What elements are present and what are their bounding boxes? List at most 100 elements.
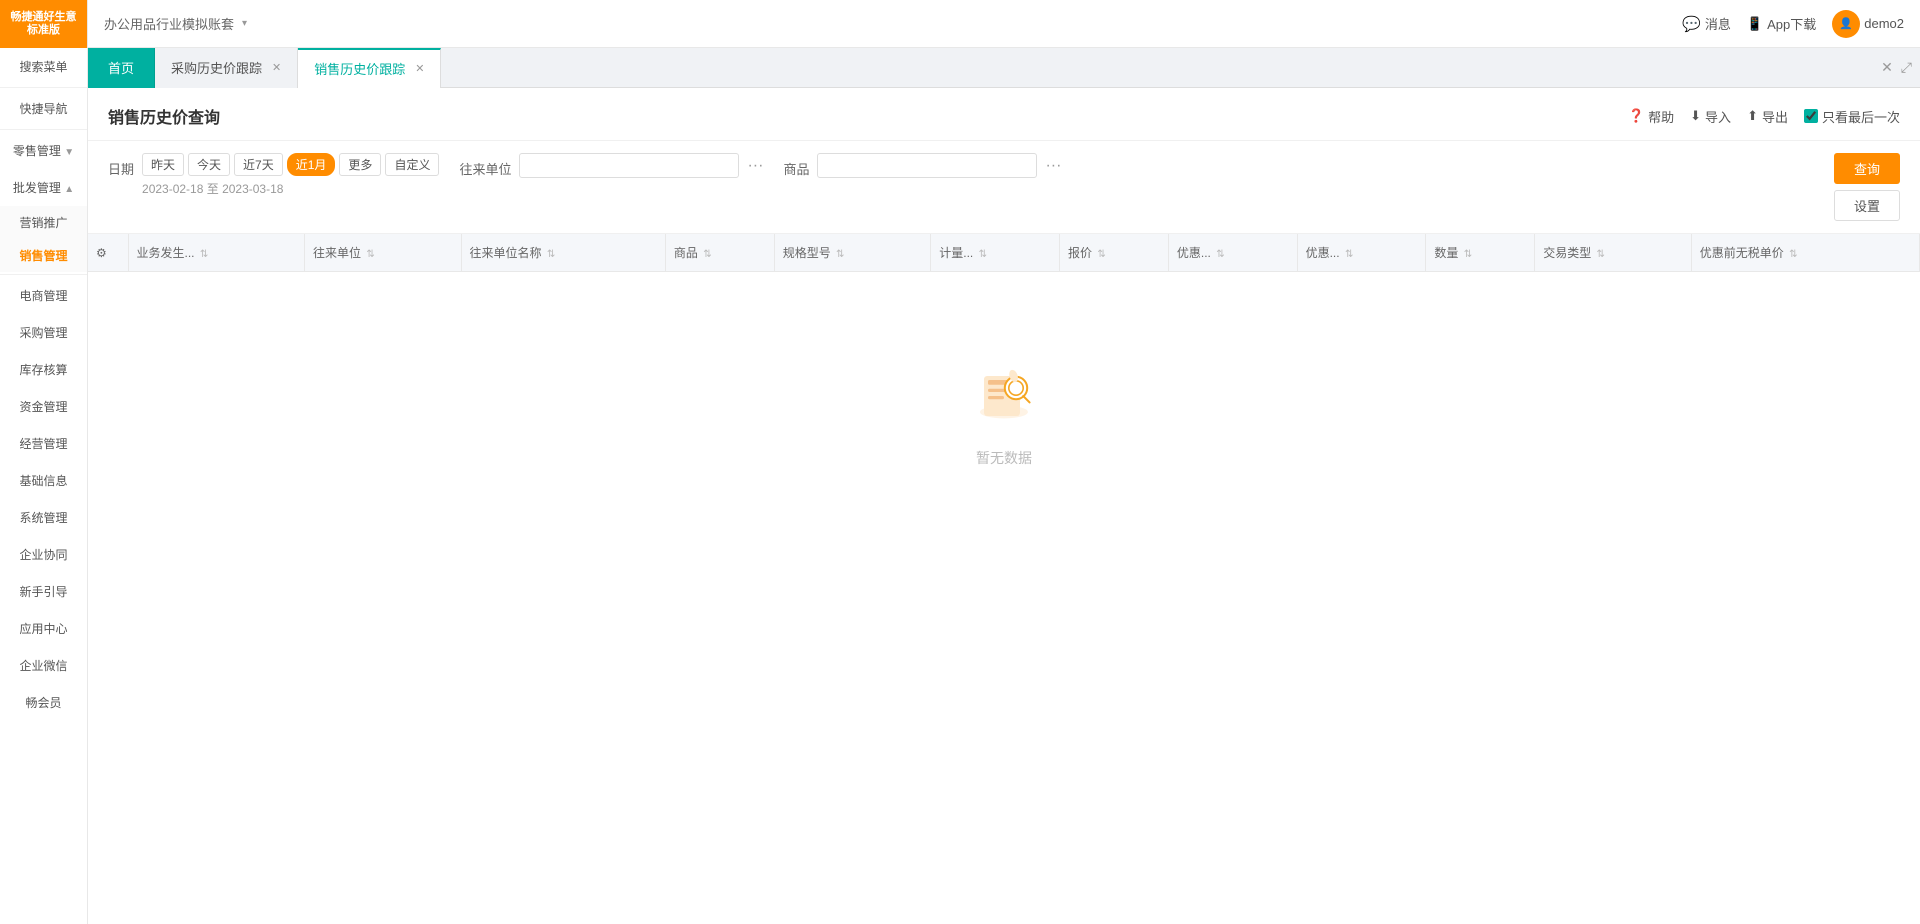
product-input[interactable] bbox=[817, 153, 1037, 178]
col-discount1[interactable]: 优惠... ⇅ bbox=[1168, 234, 1297, 272]
settings-icon[interactable]: ⚙ bbox=[96, 246, 107, 260]
col-product-label: 商品 bbox=[674, 246, 698, 260]
sidebar-item-label: 采购管理 bbox=[19, 326, 67, 340]
sidebar-item-system[interactable]: 系统管理 bbox=[0, 499, 87, 536]
tab-home[interactable]: 首页 bbox=[88, 48, 155, 88]
page-header: 销售历史价查询 ❓ 帮助 ⬇ 导入 ⬆ 导出 只看最后一次 bbox=[88, 88, 1920, 141]
tab-sales-history[interactable]: 销售历史价跟踪 ✕ bbox=[298, 48, 441, 88]
sort-arrows-quantity: ⇅ bbox=[1464, 249, 1472, 260]
app-download-icon: 📱 bbox=[1747, 16, 1763, 32]
page-title: 销售历史价查询 bbox=[108, 104, 220, 128]
sidebar-item-wechat[interactable]: 企业微信 bbox=[0, 647, 87, 684]
only-last-label: 只看最后一次 bbox=[1822, 107, 1900, 126]
partner-input[interactable] bbox=[519, 153, 739, 178]
date-btn-custom[interactable]: 自定义 bbox=[385, 153, 439, 176]
help-icon: ❓ bbox=[1628, 108, 1644, 124]
logo-sub: 标准版 bbox=[27, 24, 60, 37]
message-action[interactable]: 💬 消息 bbox=[1682, 14, 1731, 33]
col-biz-date[interactable]: 业务发生... ⇅ bbox=[128, 234, 304, 272]
date-filter-group: 日期 昨天 今天 近7天 近1月 更多 自定义 2023-02-18 至 202… bbox=[108, 153, 439, 197]
table-wrapper: ⚙ 业务发生... ⇅ 往来单位 ⇅ 往来单位名称 ⇅ bbox=[88, 234, 1920, 924]
sidebar-item-appstore[interactable]: 应用中心 bbox=[0, 610, 87, 647]
date-row1: 昨天 今天 近7天 近1月 更多 自定义 bbox=[142, 153, 439, 176]
date-btn-today[interactable]: 今天 bbox=[188, 153, 230, 176]
maximize-icon[interactable]: ⤢ bbox=[1901, 59, 1912, 76]
sidebar-item-retail[interactable]: 零售管理 ▼ bbox=[0, 132, 87, 169]
tab-purchase-history-close[interactable]: ✕ bbox=[272, 61, 281, 74]
sidebar-item-finance[interactable]: 资金管理 bbox=[0, 388, 87, 425]
partner-input-group: ··· bbox=[519, 153, 763, 178]
sidebar-item-label: 企业协同 bbox=[19, 548, 67, 562]
product-input-group: ··· bbox=[817, 153, 1061, 178]
sort-arrows-pretax-price: ⇅ bbox=[1789, 249, 1797, 260]
settings-button[interactable]: 设置 bbox=[1834, 190, 1900, 221]
sidebar: 畅捷通好生意 标准版 搜索菜单 快捷导航 零售管理 ▼ 批发管理 ▲ 营销推广 … bbox=[0, 0, 88, 924]
sidebar-item-wholesale[interactable]: 批发管理 ▲ bbox=[0, 169, 87, 206]
message-icon: 💬 bbox=[1682, 15, 1701, 33]
col-pretax-price[interactable]: 优惠前无税单价 ⇅ bbox=[1691, 234, 1919, 272]
only-last-action[interactable]: 只看最后一次 bbox=[1804, 107, 1900, 126]
date-btn-yesterday[interactable]: 昨天 bbox=[142, 153, 184, 176]
app-download-action[interactable]: 📱 App下载 bbox=[1747, 14, 1816, 33]
app-dropdown-icon[interactable]: ▾ bbox=[242, 18, 247, 29]
close-tab-icon[interactable]: ✕ bbox=[1881, 59, 1893, 76]
col-spec[interactable]: 规格型号 ⇅ bbox=[774, 234, 931, 272]
query-button[interactable]: 查询 bbox=[1834, 153, 1900, 184]
tab-sales-history-close[interactable]: ✕ bbox=[415, 62, 424, 75]
sidebar-item-operations[interactable]: 经营管理 bbox=[0, 425, 87, 462]
sidebar-item-vip[interactable]: 畅会员 bbox=[0, 684, 87, 721]
user-profile[interactable]: 👤 demo2 bbox=[1832, 10, 1904, 38]
user-name: demo2 bbox=[1864, 16, 1904, 31]
sidebar-item-purchase[interactable]: 采购管理 bbox=[0, 314, 87, 351]
sidebar-divider-1 bbox=[0, 87, 87, 88]
date-btn-7days[interactable]: 近7天 bbox=[234, 153, 283, 176]
chevron-up-icon: ▲ bbox=[64, 184, 74, 195]
sidebar-item-search[interactable]: 搜索菜单 bbox=[0, 48, 87, 85]
sidebar-item-label: 批发管理 bbox=[13, 181, 61, 195]
chevron-down-icon: ▼ bbox=[64, 147, 74, 158]
sidebar-item-basic[interactable]: 基础信息 bbox=[0, 462, 87, 499]
product-dots[interactable]: ··· bbox=[1045, 157, 1061, 175]
col-discount2[interactable]: 优惠... ⇅ bbox=[1297, 234, 1426, 272]
col-quantity[interactable]: 数量 ⇅ bbox=[1426, 234, 1535, 272]
sidebar-item-newbie[interactable]: 新手引导 bbox=[0, 573, 87, 610]
partner-dots[interactable]: ··· bbox=[747, 157, 763, 175]
col-partner-code[interactable]: 往来单位 ⇅ bbox=[304, 234, 461, 272]
sidebar-item-sales[interactable]: 销售管理 bbox=[0, 239, 87, 272]
empty-state: 暂无数据 bbox=[88, 272, 1920, 548]
import-action[interactable]: ⬇ 导入 bbox=[1690, 107, 1731, 126]
col-partner-name[interactable]: 往来单位名称 ⇅ bbox=[461, 234, 665, 272]
col-biz-date-label: 业务发生... bbox=[137, 246, 195, 260]
sidebar-item-marketing[interactable]: 营销推广 bbox=[0, 206, 87, 239]
empty-text: 暂无数据 bbox=[976, 448, 1032, 468]
logo: 畅捷通好生意 标准版 bbox=[0, 0, 87, 48]
tab-purchase-history[interactable]: 采购历史价跟踪 ✕ bbox=[155, 48, 298, 88]
sidebar-item-label: 营销推广 bbox=[19, 216, 67, 230]
col-quantity-label: 数量 bbox=[1434, 246, 1458, 260]
date-btn-1month[interactable]: 近1月 bbox=[287, 153, 336, 176]
sidebar-item-ecommerce[interactable]: 电商管理 bbox=[0, 277, 87, 314]
col-trade-type[interactable]: 交易类型 ⇅ bbox=[1535, 234, 1692, 272]
sidebar-item-quick-nav[interactable]: 快捷导航 bbox=[0, 90, 87, 127]
col-quote[interactable]: 报价 ⇅ bbox=[1060, 234, 1169, 272]
col-product[interactable]: 商品 ⇅ bbox=[665, 234, 774, 272]
export-action[interactable]: ⬆ 导出 bbox=[1747, 107, 1788, 126]
only-last-checkbox[interactable] bbox=[1804, 109, 1818, 123]
sidebar-item-inventory[interactable]: 库存核算 bbox=[0, 351, 87, 388]
sidebar-item-label: 企业微信 bbox=[19, 659, 67, 673]
partner-filter-label: 往来单位 bbox=[459, 153, 511, 178]
col-unit[interactable]: 计量... ⇅ bbox=[931, 234, 1060, 272]
date-btn-more[interactable]: 更多 bbox=[339, 153, 381, 176]
sidebar-item-label: 电商管理 bbox=[19, 289, 67, 303]
col-settings[interactable]: ⚙ bbox=[88, 234, 128, 272]
help-action[interactable]: ❓ 帮助 bbox=[1628, 107, 1674, 126]
empty-illustration bbox=[964, 352, 1044, 432]
col-unit-label: 计量... bbox=[939, 246, 973, 260]
col-discount1-label: 优惠... bbox=[1177, 246, 1211, 260]
sort-arrows-discount1: ⇅ bbox=[1216, 249, 1224, 260]
sort-arrows-partner-code: ⇅ bbox=[366, 249, 374, 260]
sidebar-item-enterprise[interactable]: 企业协同 bbox=[0, 536, 87, 573]
sidebar-item-label: 新手引导 bbox=[19, 585, 67, 599]
filter-buttons: 查询 设置 bbox=[1834, 153, 1900, 221]
message-label: 消息 bbox=[1705, 14, 1731, 33]
